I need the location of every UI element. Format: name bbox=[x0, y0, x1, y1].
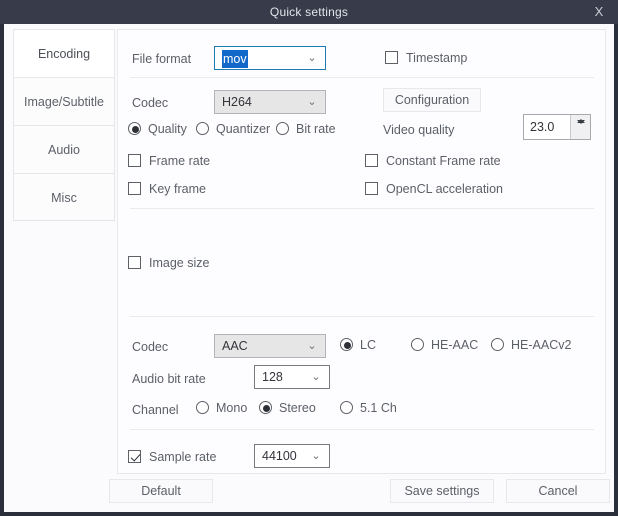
radio-51ch-label: 5.1 Ch bbox=[360, 401, 397, 415]
radio-51ch[interactable]: 5.1 Ch bbox=[340, 401, 397, 415]
audio-codec-label: Codec bbox=[132, 340, 169, 354]
radio-quantizer[interactable]: Quantizer bbox=[196, 122, 270, 136]
cancel-button[interactable]: Cancel bbox=[506, 479, 610, 503]
file-format-value: mov bbox=[222, 50, 248, 68]
file-format-combobox[interactable]: mov ⌄ bbox=[214, 46, 326, 70]
spinner-buttons bbox=[570, 115, 590, 139]
radio-he-aacv2-label: HE-AACv2 bbox=[511, 338, 572, 352]
checkbox-box bbox=[365, 182, 378, 195]
chevron-down-icon: ⌄ bbox=[307, 340, 317, 352]
close-icon[interactable]: X bbox=[588, 0, 610, 24]
checkbox-box bbox=[365, 154, 378, 167]
save-settings-button[interactable]: Save settings bbox=[390, 479, 494, 503]
checkbox-box bbox=[128, 450, 141, 463]
sample-rate-checkbox[interactable]: Sample rate bbox=[128, 450, 216, 464]
sample-rate-label: Sample rate bbox=[149, 450, 217, 464]
radio-aac-lc-label: LC bbox=[360, 338, 376, 352]
radio-dot bbox=[128, 122, 141, 135]
image-size-checkbox[interactable]: Image size bbox=[128, 256, 209, 270]
settings-panel: File format mov ⌄ Timestamp Codec H264 ⌄… bbox=[117, 29, 606, 474]
radio-quantizer-label: Quantizer bbox=[216, 122, 271, 136]
radio-dot bbox=[340, 338, 353, 351]
audio-codec-value: AAC bbox=[222, 339, 248, 353]
frame-rate-checkbox[interactable]: Frame rate bbox=[128, 154, 210, 168]
radio-dot bbox=[340, 401, 353, 414]
sidebar-item-audio[interactable]: Audio bbox=[13, 125, 115, 173]
opencl-acceleration-label: OpenCL acceleration bbox=[386, 182, 503, 196]
radio-bitrate-label: Bit rate bbox=[296, 122, 336, 136]
constant-frame-rate-checkbox[interactable]: Constant Frame rate bbox=[365, 154, 501, 168]
radio-aac-lc[interactable]: LC bbox=[340, 338, 376, 352]
chevron-down-icon: ⌄ bbox=[311, 371, 321, 383]
radio-dot bbox=[276, 122, 289, 135]
channel-label: Channel bbox=[132, 403, 179, 417]
default-button[interactable]: Default bbox=[109, 479, 213, 503]
video-codec-combobox[interactable]: H264 ⌄ bbox=[214, 90, 326, 114]
checkbox-box bbox=[128, 256, 141, 269]
timestamp-checkbox[interactable]: Timestamp bbox=[385, 51, 467, 65]
separator-3 bbox=[130, 316, 594, 317]
sidebar-item-encoding[interactable]: Encoding bbox=[13, 29, 115, 77]
dialog-body: Encoding Image/Subtitle Audio Misc File … bbox=[4, 24, 614, 512]
image-size-label: Image size bbox=[149, 256, 210, 270]
video-quality-label: Video quality bbox=[383, 123, 455, 137]
file-format-label: File format bbox=[132, 52, 192, 66]
radio-dot bbox=[196, 122, 209, 135]
radio-dot bbox=[491, 338, 504, 351]
audio-bitrate-label: Audio bit rate bbox=[132, 372, 206, 386]
configuration-button[interactable]: Configuration bbox=[383, 88, 481, 112]
frame-rate-label: Frame rate bbox=[149, 154, 211, 168]
video-codec-label: Codec bbox=[132, 96, 169, 110]
footer-button-bar: Default Save settings Cancel bbox=[109, 479, 610, 507]
checkbox-box bbox=[385, 51, 398, 64]
radio-dot bbox=[196, 401, 209, 414]
radio-stereo[interactable]: Stereo bbox=[259, 401, 316, 415]
title-bar: Quick settings X bbox=[0, 0, 618, 24]
sample-rate-value: 44100 bbox=[262, 449, 297, 463]
chevron-down-icon: ⌄ bbox=[307, 52, 317, 64]
checkbox-box bbox=[128, 154, 141, 167]
chevron-down-icon: ⌄ bbox=[307, 96, 317, 108]
window-title: Quick settings bbox=[269, 5, 349, 19]
radio-mono-label: Mono bbox=[216, 401, 248, 415]
sidebar-item-misc[interactable]: Misc bbox=[13, 173, 115, 221]
sidebar-item-image-subtitle[interactable]: Image/Subtitle bbox=[13, 77, 115, 125]
radio-quality[interactable]: Quality bbox=[128, 122, 187, 136]
timestamp-label: Timestamp bbox=[406, 51, 468, 65]
audio-bitrate-combobox[interactable]: 128 ⌄ bbox=[254, 365, 330, 389]
key-frame-checkbox[interactable]: Key frame bbox=[128, 182, 206, 196]
radio-he-aac-label: HE-AAC bbox=[431, 338, 479, 352]
checkbox-box bbox=[128, 182, 141, 195]
separator-1 bbox=[130, 77, 594, 78]
constant-frame-rate-label: Constant Frame rate bbox=[386, 154, 501, 168]
radio-dot bbox=[411, 338, 424, 351]
audio-bitrate-value: 128 bbox=[262, 370, 283, 384]
radio-he-aacv2[interactable]: HE-AACv2 bbox=[491, 338, 571, 352]
video-codec-value: H264 bbox=[222, 95, 252, 109]
radio-stereo-label: Stereo bbox=[279, 401, 316, 415]
video-quality-spinner[interactable]: 23.0 bbox=[523, 114, 591, 140]
key-frame-label: Key frame bbox=[149, 182, 206, 196]
separator-2 bbox=[130, 208, 594, 209]
chevron-down-icon: ⌄ bbox=[311, 450, 321, 462]
quick-settings-window: Quick settings X Encoding Image/Subtitle… bbox=[0, 0, 618, 516]
video-quality-value: 23.0 bbox=[530, 120, 555, 134]
audio-codec-combobox[interactable]: AAC ⌄ bbox=[214, 334, 326, 358]
radio-dot bbox=[259, 401, 272, 414]
opencl-acceleration-checkbox[interactable]: OpenCL acceleration bbox=[365, 182, 503, 196]
sidebar-tabs: Encoding Image/Subtitle Audio Misc bbox=[13, 29, 115, 221]
radio-mono[interactable]: Mono bbox=[196, 401, 247, 415]
radio-quality-label: Quality bbox=[148, 122, 187, 136]
sample-rate-combobox[interactable]: 44100 ⌄ bbox=[254, 444, 330, 468]
separator-4 bbox=[130, 429, 594, 430]
radio-he-aac[interactable]: HE-AAC bbox=[411, 338, 478, 352]
radio-bitrate[interactable]: Bit rate bbox=[276, 122, 336, 136]
